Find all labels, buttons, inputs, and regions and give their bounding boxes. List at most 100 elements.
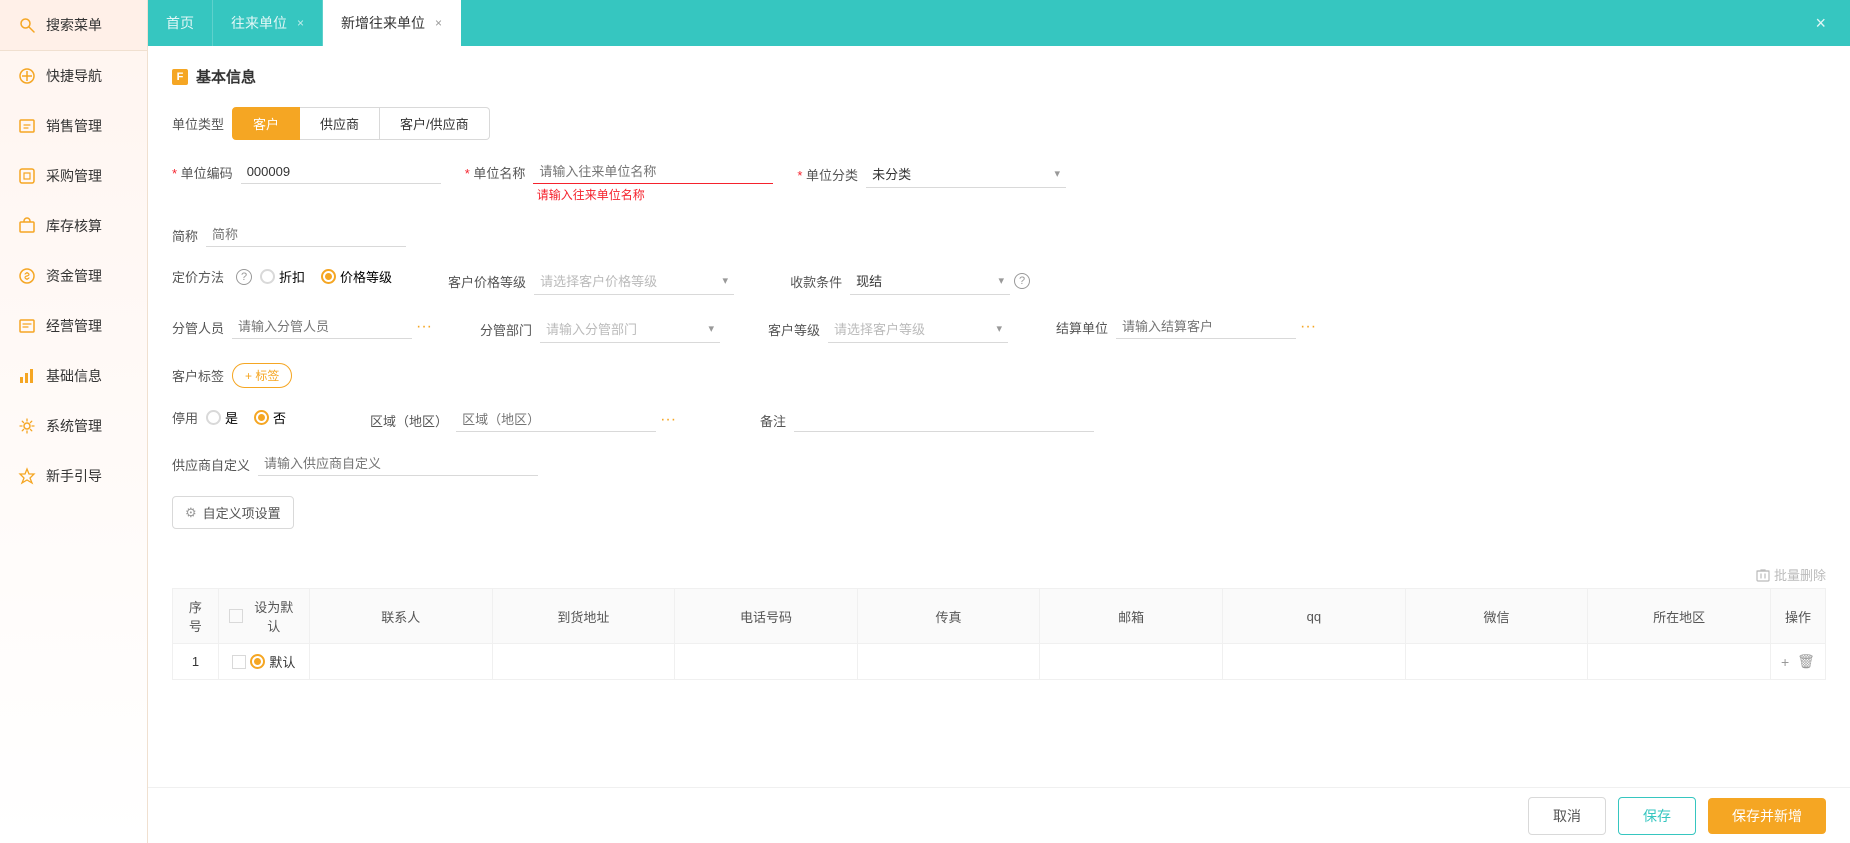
department-select[interactable]: 请输入分管部门 ▾ xyxy=(540,315,720,343)
unit-btn-customer[interactable]: 客户 xyxy=(232,107,300,140)
disabled-radio-yes[interactable]: 是 xyxy=(206,408,238,427)
tags-label: 客户标签 xyxy=(172,366,224,385)
row-checkbox[interactable] xyxy=(232,655,246,669)
manager-input[interactable] xyxy=(232,315,412,339)
settlement-more-btn[interactable]: ··· xyxy=(1300,318,1316,336)
manager-more-btn[interactable]: ··· xyxy=(416,318,432,336)
custom-settings-button[interactable]: ⚙ 自定义项设置 xyxy=(172,496,294,529)
cell-region[interactable] xyxy=(1588,644,1771,680)
remark-input[interactable] xyxy=(794,408,1094,432)
unit-code-label: 单位编码 xyxy=(172,163,233,182)
supplier-custom-row: 供应商自定义 xyxy=(172,452,1826,480)
short-name-input[interactable] xyxy=(206,223,406,247)
tags-row: 客户标签 + 标签 xyxy=(172,363,1826,392)
unit-btn-both[interactable]: 客户/供应商 xyxy=(380,107,490,140)
window-close-button[interactable]: × xyxy=(1807,13,1834,34)
tab-new-partner[interactable]: 新增往来单位 × xyxy=(323,0,461,46)
save-and-new-button[interactable]: 保存并新增 xyxy=(1708,798,1826,834)
address-input[interactable] xyxy=(503,654,665,669)
customer-price-level-select[interactable]: 请选择客户价格等级 ▾ xyxy=(534,267,734,295)
fax-input[interactable] xyxy=(868,654,1030,669)
phone-input[interactable] xyxy=(685,654,847,669)
disabled-radio-group: 是 否 xyxy=(206,408,286,427)
payment-help-icon[interactable]: ? xyxy=(1014,273,1030,289)
tab-new-partner-close[interactable]: × xyxy=(435,16,442,30)
cell-email[interactable] xyxy=(1040,644,1223,680)
level-label: 价格等级 xyxy=(340,267,392,286)
yes-circle xyxy=(206,410,221,425)
contact-table: 序号 设为默认 联系人 到货地址 电话号码 传真 邮箱 qq xyxy=(172,588,1826,680)
header-checkbox[interactable] xyxy=(229,609,243,623)
cell-contact[interactable] xyxy=(309,644,492,680)
sidebar-item-inventory[interactable]: 库存核算 xyxy=(0,201,147,251)
col-wechat: 微信 xyxy=(1405,589,1588,644)
sidebar-item-basic[interactable]: 基础信息 xyxy=(0,351,147,401)
finance-icon xyxy=(16,265,38,287)
unit-category-select[interactable]: 未分类 ▾ xyxy=(866,160,1066,188)
cancel-button[interactable]: 取消 xyxy=(1528,797,1606,835)
cell-phone[interactable] xyxy=(675,644,858,680)
pricing-help-icon[interactable]: ? xyxy=(236,269,252,285)
pricing-radio-level[interactable]: 价格等级 xyxy=(321,267,392,286)
sidebar-item-purchase[interactable]: 采购管理 xyxy=(0,151,147,201)
unit-btn-supplier[interactable]: 供应商 xyxy=(300,107,380,140)
form-content: F 基本信息 单位类型 客户 供应商 客户/供应商 单位编码 单位名称 xyxy=(148,46,1850,787)
region-field: 区域（地区） ··· xyxy=(370,408,676,432)
tab-home[interactable]: 首页 xyxy=(148,0,213,46)
table-header: 序号 设为默认 联系人 到货地址 电话号码 传真 邮箱 qq xyxy=(173,589,1826,644)
cell-address[interactable] xyxy=(492,644,675,680)
unit-category-label: 单位分类 xyxy=(797,165,858,184)
qq-input[interactable] xyxy=(1233,654,1395,669)
sidebar-item-search[interactable]: 搜索菜单 xyxy=(0,0,147,51)
system-icon xyxy=(16,415,38,437)
default-radio[interactable]: 默认 xyxy=(250,652,295,671)
department-field: 分管部门 请输入分管部门 ▾ xyxy=(480,315,720,343)
guide-icon xyxy=(16,465,38,487)
region-input[interactable] xyxy=(456,408,656,432)
region-table-input[interactable] xyxy=(1598,654,1760,669)
pricing-radio-discount[interactable]: 折扣 xyxy=(260,267,305,286)
sidebar-item-operations[interactable]: 经营管理 xyxy=(0,301,147,351)
disabled-radio-no[interactable]: 否 xyxy=(254,408,286,427)
payment-terms-select[interactable]: 现结 ▾ xyxy=(850,267,1010,295)
save-button[interactable]: 保存 xyxy=(1618,797,1696,835)
section-icon: F xyxy=(172,69,188,85)
sidebar-inventory-label: 库存核算 xyxy=(46,216,102,236)
sidebar-item-guide[interactable]: 新手引导 xyxy=(0,451,147,501)
cell-fax[interactable] xyxy=(857,644,1040,680)
settlement-unit-input[interactable] xyxy=(1116,315,1296,339)
unit-type-label: 单位类型 xyxy=(172,114,224,133)
unit-name-input[interactable] xyxy=(533,160,773,184)
cell-qq[interactable] xyxy=(1222,644,1405,680)
customer-level-select[interactable]: 请选择客户等级 ▾ xyxy=(828,315,1008,343)
sidebar-item-quicknav[interactable]: 快捷导航 xyxy=(0,51,147,101)
sidebar-item-sales[interactable]: 销售管理 xyxy=(0,101,147,151)
settlement-unit-field: 结算单位 ··· xyxy=(1056,315,1316,339)
sidebar-item-finance[interactable]: 资金管理 xyxy=(0,251,147,301)
pricing-method-field: 定价方法 ? 折扣 价格等级 xyxy=(172,267,392,286)
pricing-method-label: 定价方法 xyxy=(172,267,224,286)
add-row-button[interactable]: + xyxy=(1781,654,1789,670)
tab-partners[interactable]: 往来单位 × xyxy=(213,0,323,46)
customer-price-level-label: 客户价格等级 xyxy=(448,272,526,291)
cell-wechat[interactable] xyxy=(1405,644,1588,680)
supplier-custom-input[interactable] xyxy=(258,452,538,476)
level-circle xyxy=(321,269,336,284)
tab-partners-close[interactable]: × xyxy=(297,16,304,30)
add-tag-button[interactable]: + 标签 xyxy=(232,363,292,388)
search-icon xyxy=(16,14,38,36)
wechat-input[interactable] xyxy=(1416,654,1578,669)
dept-chevron: ▾ xyxy=(708,322,714,335)
contact-input[interactable] xyxy=(320,654,482,669)
sidebar-item-system[interactable]: 系统管理 xyxy=(0,401,147,451)
col-qq: qq xyxy=(1222,589,1405,644)
col-index: 序号 xyxy=(173,589,219,644)
purchase-icon xyxy=(16,165,38,187)
region-more-btn[interactable]: ··· xyxy=(660,411,676,429)
batch-delete-button[interactable]: 批量删除 xyxy=(1756,565,1826,584)
discount-circle xyxy=(260,269,275,284)
email-input[interactable] xyxy=(1050,654,1212,669)
unit-code-input[interactable] xyxy=(241,160,441,184)
supplier-custom-field: 供应商自定义 xyxy=(172,452,538,476)
delete-row-button[interactable]: 🗑 xyxy=(1797,653,1815,670)
